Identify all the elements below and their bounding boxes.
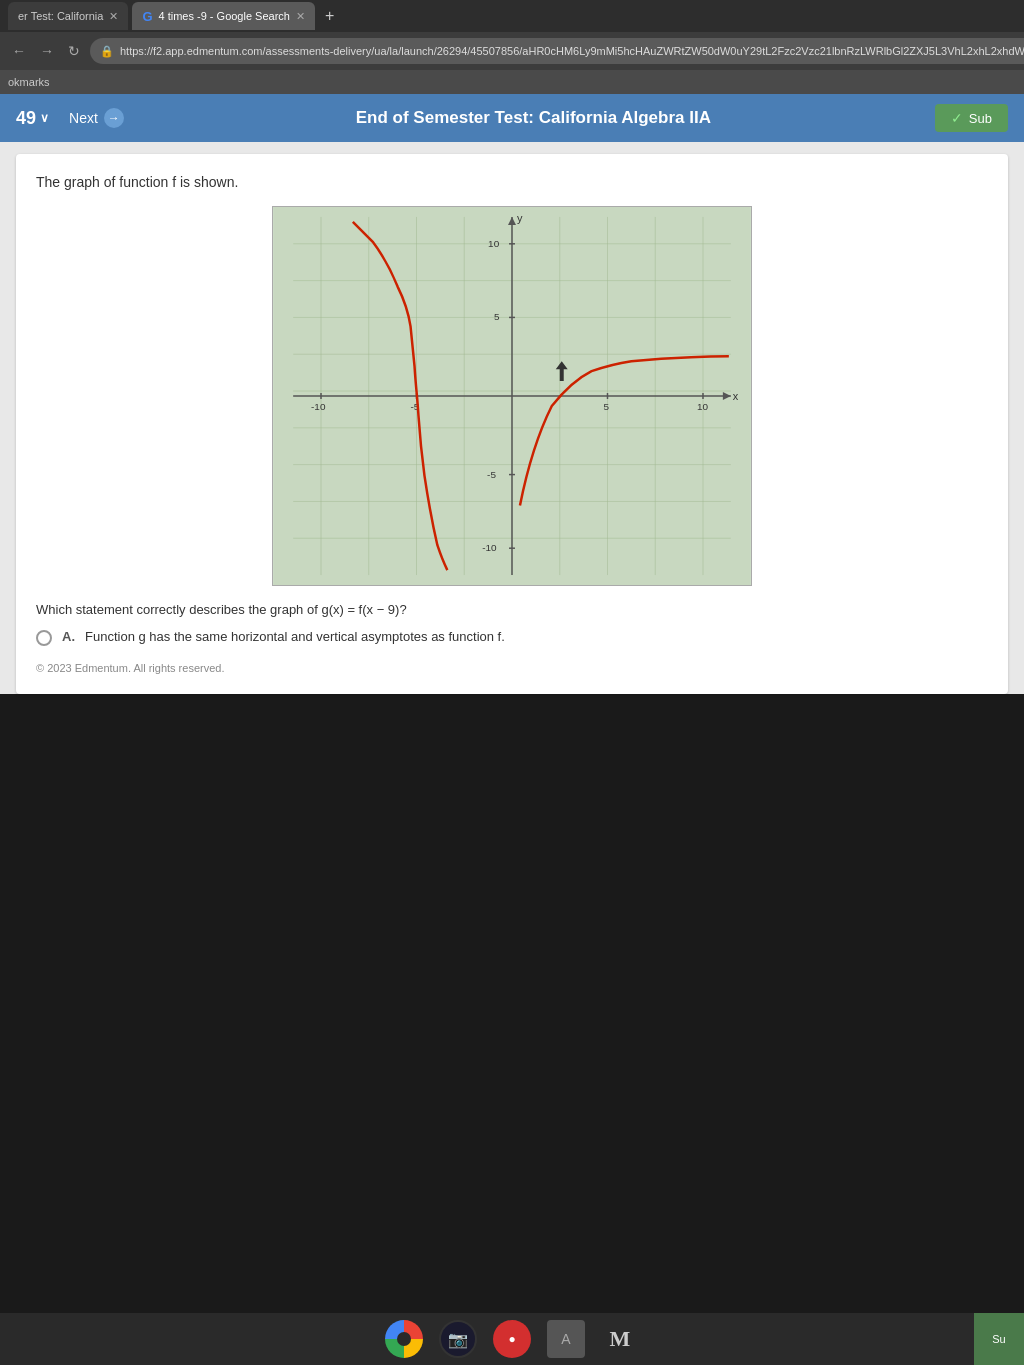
submit-button[interactable]: ✓ Sub [935,104,1008,132]
question-intro: The graph of function f is shown. [36,174,988,190]
tab-google[interactable]: G 4 times -9 - Google Search ✕ [132,2,315,30]
svg-text:-10: -10 [311,401,326,412]
main-content: 49 ∨ Next → End of Semester Test: Califo… [0,94,1024,694]
dark-background [0,706,1024,1306]
google-icon: G [142,9,152,24]
tab-google-label: 4 times -9 - Google Search [159,10,290,22]
chevron-icon[interactable]: ∨ [40,111,49,125]
taskbar-chrome-icon[interactable] [385,1320,423,1358]
svg-text:-10: -10 [482,542,497,553]
svg-text:10: 10 [488,238,500,249]
next-arrow-icon: → [104,108,124,128]
taskbar-red-icon[interactable]: ● [493,1320,531,1358]
next-label: Next [69,110,98,126]
option-a-label: A. [62,629,75,644]
taskbar: 📷 ● A M Su [0,1313,1024,1365]
svg-text:5: 5 [494,311,500,322]
question-number-value: 49 [16,108,36,129]
address-text: https://f2.app.edmentum.com/assessments-… [120,45,1024,57]
refresh-button[interactable]: ↻ [64,41,84,61]
tab-test-label: er Test: California [18,10,103,22]
graph-svg: x y -5 -10 5 10 5 10 -5 -10 [273,207,751,585]
next-button[interactable]: Next → [61,104,132,132]
svg-text:10: 10 [697,401,709,412]
taskbar-square-icon[interactable]: A [547,1320,585,1358]
taskbar-video-icon[interactable]: 📷 [439,1320,477,1358]
tab-google-close[interactable]: ✕ [296,10,305,23]
bookmarks-label: okmarks [8,76,50,88]
tab-test[interactable]: er Test: California ✕ [8,2,128,30]
answer-option-a: A. Function g has the same horizontal an… [36,629,988,646]
taskbar-submit-button[interactable]: Su [974,1313,1024,1365]
tab-test-close[interactable]: ✕ [109,10,118,23]
svg-text:y: y [517,212,523,224]
browser-chrome: er Test: California ✕ G 4 times -9 - Goo… [0,0,1024,70]
radio-option-a[interactable] [36,630,52,646]
forward-button[interactable]: → [36,41,58,61]
bookmarks-bar: okmarks [0,70,1024,94]
svg-text:-5: -5 [487,469,496,480]
check-icon: ✓ [951,110,963,126]
svg-text:5: 5 [604,401,610,412]
question-content: The graph of function f is shown. [16,154,1008,694]
svg-text:x: x [733,390,739,402]
taskbar-gmail-icon[interactable]: M [601,1320,639,1358]
page-title: End of Semester Test: California Algebra… [144,108,923,128]
taskbar-submit-label: Su [992,1333,1005,1345]
question-description: Which statement correctly describes the … [36,602,988,617]
address-bar[interactable]: 🔒 https://f2.app.edmentum.com/assessment… [90,38,1024,64]
lock-icon: 🔒 [100,45,114,58]
app-header: 49 ∨ Next → End of Semester Test: Califo… [0,94,1024,142]
question-number: 49 ∨ [16,108,49,129]
address-bar-row: ← → ↻ 🔒 https://f2.app.edmentum.com/asse… [0,32,1024,70]
new-tab-button[interactable]: + [319,7,340,25]
tab-bar: er Test: California ✕ G 4 times -9 - Goo… [0,0,1024,32]
back-button[interactable]: ← [8,41,30,61]
graph-container: x y -5 -10 5 10 5 10 -5 -10 [272,206,752,586]
option-a-text: Function g has the same horizontal and v… [85,629,505,644]
submit-label: Sub [969,111,992,126]
copyright-text: © 2023 Edmentum. All rights reserved. [36,662,988,674]
